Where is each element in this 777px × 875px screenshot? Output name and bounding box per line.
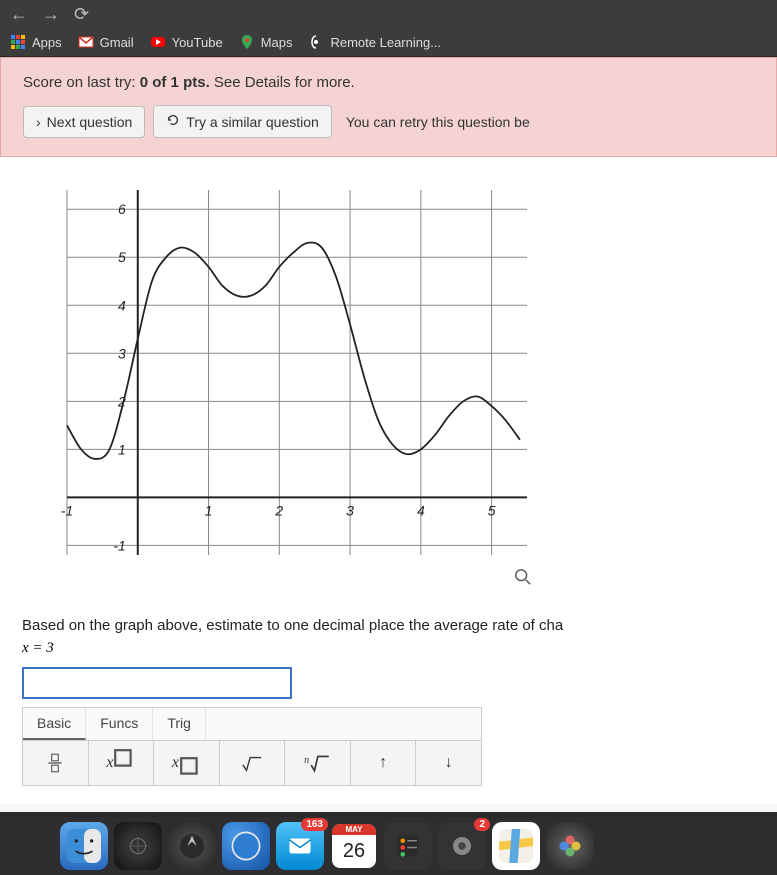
banner-buttons: › Next question Try a similar question Y… <box>23 105 754 138</box>
back-button[interactable]: ← <box>10 4 28 25</box>
reminders-icon[interactable] <box>384 822 432 870</box>
key-sqrt[interactable] <box>220 741 286 785</box>
toolbar-tabs: Basic Funcs Trig <box>23 708 481 741</box>
tab-basic[interactable]: Basic <box>23 708 86 740</box>
mail-icon[interactable]: 163 <box>276 822 324 870</box>
math-toolbar: Basic Funcs Trig x x n <box>22 707 482 786</box>
try-similar-label: Try a similar question <box>186 114 319 130</box>
score-banner: Score on last try: 0 of 1 pts. See Detai… <box>0 57 777 157</box>
remote-icon <box>308 34 324 50</box>
macos-dock: 163 MAY 26 2 <box>0 817 777 875</box>
youtube-icon <box>150 34 166 50</box>
svg-text:-1: -1 <box>61 502 73 518</box>
score-text: Score on last try: 0 of 1 pts. See Detai… <box>23 74 754 91</box>
svg-text:1: 1 <box>118 441 126 457</box>
svg-text:5: 5 <box>118 249 126 265</box>
launchpad-icon[interactable] <box>114 822 162 870</box>
key-exponent[interactable]: x <box>89 741 155 785</box>
gmail-label: Gmail <box>100 35 134 50</box>
key-nth-root[interactable]: n <box>285 741 351 785</box>
maps-label: Maps <box>261 35 293 50</box>
browser-nav-bar: ← → ⟳ <box>0 0 777 28</box>
mail-badge: 163 <box>301 818 328 831</box>
retry-info-text: You can retry this question be <box>346 114 530 130</box>
remote-label: Remote Learning... <box>330 35 441 50</box>
youtube-bookmark[interactable]: YouTube <box>150 34 223 50</box>
key-arrow-down[interactable]: ↓ <box>416 741 481 785</box>
apps-icon <box>10 34 26 50</box>
gmail-icon <box>78 34 94 50</box>
calendar-icon[interactable]: MAY 26 <box>330 822 378 870</box>
finder-icon[interactable] <box>60 822 108 870</box>
system-prefs-icon[interactable]: 2 <box>438 822 486 870</box>
next-question-label: Next question <box>47 114 133 130</box>
chart-svg: -112345-1123456 <box>22 175 542 595</box>
calendar-month: MAY <box>332 824 376 835</box>
sysprefs-badge: 2 <box>474 818 490 831</box>
maps-bookmark[interactable]: Maps <box>239 34 293 50</box>
score-value: 0 of 1 pts. <box>140 74 210 91</box>
try-similar-button[interactable]: Try a similar question <box>153 105 332 138</box>
tab-funcs[interactable]: Funcs <box>86 708 153 740</box>
score-suffix: See Details for more. <box>210 74 355 91</box>
question-prompt: Based on the graph above, estimate to on… <box>22 617 755 634</box>
graph: -112345-1123456 <box>22 175 542 595</box>
svg-text:3: 3 <box>118 345 126 361</box>
svg-text:2: 2 <box>274 502 283 518</box>
bookmarks-bar: Apps Gmail YouTube Maps Remote Learning.… <box>0 28 777 57</box>
next-question-button[interactable]: › Next question <box>23 106 145 138</box>
chevron-right-icon: › <box>36 114 41 130</box>
svg-text:4: 4 <box>118 297 126 313</box>
question-area: -112345-1123456 Based on the graph above… <box>0 157 777 804</box>
svg-text:6: 6 <box>118 201 126 217</box>
safari-icon[interactable] <box>222 822 270 870</box>
youtube-label: YouTube <box>172 35 223 50</box>
apps-bookmark[interactable]: Apps <box>10 34 62 50</box>
tab-trig[interactable]: Trig <box>153 708 206 740</box>
gmail-bookmark[interactable]: Gmail <box>78 34 134 50</box>
key-fraction[interactable] <box>23 741 89 785</box>
toolbar-keys: x x n ↑ ↓ <box>23 741 481 785</box>
key-arrow-up[interactable]: ↑ <box>351 741 417 785</box>
key-subscript[interactable]: x <box>154 741 220 785</box>
remote-learning-bookmark[interactable]: Remote Learning... <box>308 34 441 50</box>
retry-icon <box>166 113 180 130</box>
answer-input[interactable] <box>22 667 292 699</box>
apps-label: Apps <box>32 35 62 50</box>
calendar-day: 26 <box>332 835 376 868</box>
question-math: x = 3 <box>22 640 755 657</box>
svg-text:4: 4 <box>417 502 425 518</box>
svg-text:3: 3 <box>346 502 354 518</box>
svg-text:1: 1 <box>205 502 213 518</box>
app-store-icon[interactable] <box>168 822 216 870</box>
zoom-icon[interactable] <box>514 568 532 591</box>
photos-icon[interactable] <box>546 822 594 870</box>
forward-button[interactable]: → <box>42 4 60 25</box>
maps-app-icon[interactable] <box>492 822 540 870</box>
maps-icon <box>239 34 255 50</box>
score-prefix: Score on last try: <box>23 74 140 91</box>
reload-button[interactable]: ⟳ <box>74 4 89 25</box>
svg-text:5: 5 <box>488 502 496 518</box>
svg-text:-1: -1 <box>113 537 125 553</box>
page-content: Score on last try: 0 of 1 pts. See Detai… <box>0 57 777 812</box>
